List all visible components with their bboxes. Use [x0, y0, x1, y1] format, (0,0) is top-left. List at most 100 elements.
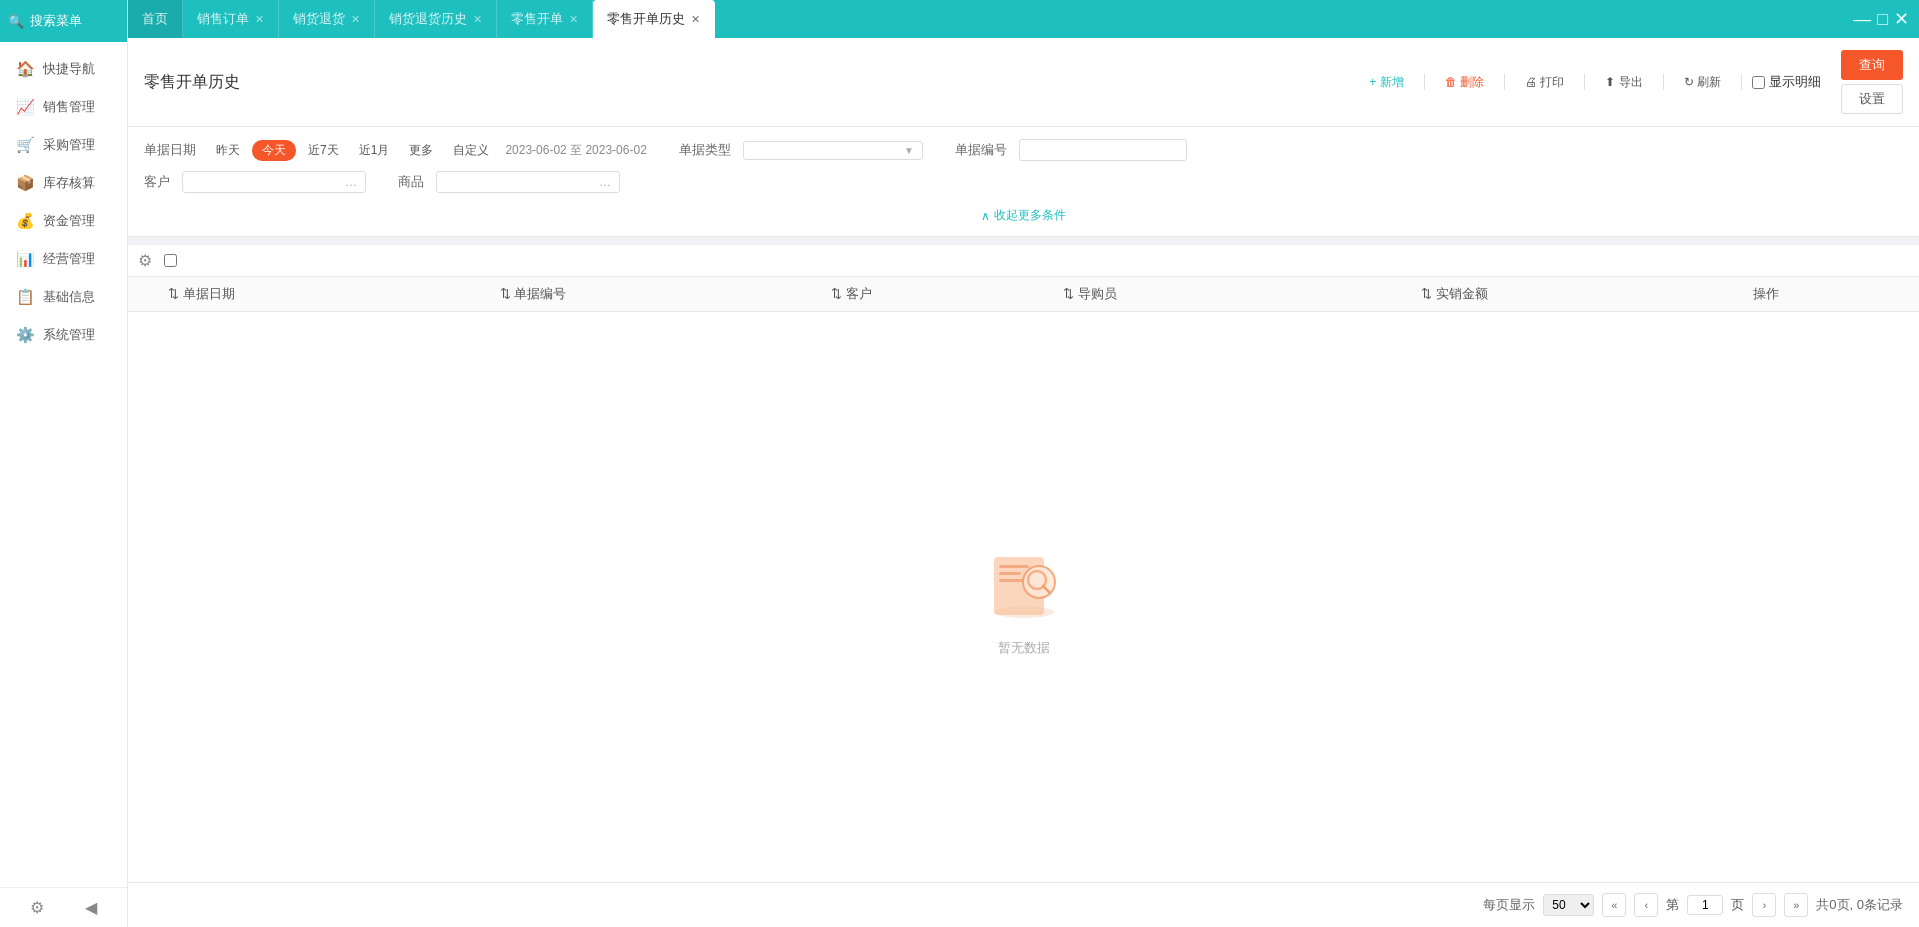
th-no-label: ⇅ 单据编号	[500, 286, 567, 301]
today-btn[interactable]: 今天	[252, 140, 296, 161]
display-detail-toggle[interactable]: 显示明细	[1752, 73, 1821, 91]
divider-1	[1424, 74, 1425, 90]
last-page-btn[interactable]: »	[1784, 893, 1808, 917]
content-area: 零售开单历史 + 新增 🗑 删除 🖨 打印 ⬆ 导出 ↻ 刷新 显示明细 查询	[128, 38, 1919, 927]
svg-rect-2	[999, 565, 1029, 568]
th-salesperson[interactable]: ⇅ 导购员	[1053, 277, 1335, 312]
system-icon: ⚙️	[16, 326, 35, 344]
th-action-label: 操作	[1753, 286, 1779, 301]
doc-type-label: 单据类型	[679, 141, 731, 159]
window-maximize-icon[interactable]: □	[1877, 9, 1888, 30]
main-area: 首页 销售订单 ✕ 销货退货 ✕ 销货退货历史 ✕ 零售开单 ✕ 零售开单历史 …	[128, 0, 1919, 927]
th-date[interactable]: ⇅ 单据日期	[158, 277, 490, 312]
th-no[interactable]: ⇅ 单据编号	[490, 277, 822, 312]
collapse-sidebar-icon[interactable]: ◀	[85, 898, 97, 917]
date-buttons: 昨天 今天 近7天 近1月 更多 自定义 2023-06-02 至 2023-0…	[208, 140, 647, 161]
customer-ellipsis-btn[interactable]: …	[345, 175, 357, 189]
sidebar-item-quick-nav[interactable]: 🏠 快捷导航	[0, 50, 127, 88]
finance-icon: 💰	[16, 212, 35, 230]
display-detail-checkbox[interactable]	[1752, 76, 1765, 89]
sidebar-nav: 🏠 快捷导航 📈 销售管理 🛒 采购管理 📦 库存核算 💰 资金管理 📊 经营管…	[0, 42, 127, 887]
page-label-after: 页	[1731, 896, 1744, 914]
column-settings-icon[interactable]: ⚙	[138, 251, 152, 270]
th-amount[interactable]: ⇅ 实销金额	[1411, 277, 1743, 312]
page-header: 零售开单历史 + 新增 🗑 删除 🖨 打印 ⬆ 导出 ↻ 刷新 显示明细 查询	[128, 38, 1919, 127]
settings-bottom-icon[interactable]: ⚙	[30, 898, 44, 917]
custom-btn[interactable]: 自定义	[445, 140, 497, 161]
page-input[interactable]	[1687, 895, 1723, 915]
chevron-down-icon: ▼	[904, 145, 914, 156]
goods-ellipsis-btn[interactable]: …	[599, 175, 611, 189]
tab-home-label: 首页	[142, 10, 168, 28]
sidebar-item-ops-mgmt[interactable]: 📊 经营管理	[0, 240, 127, 278]
delete-button[interactable]: 🗑 删除	[1435, 70, 1494, 95]
add-button[interactable]: + 新增	[1359, 70, 1413, 95]
th-salesperson-label: ⇅ 导购员	[1063, 286, 1117, 301]
tab-retail-open-close[interactable]: ✕	[569, 13, 578, 26]
tab-retail-history-close[interactable]: ✕	[691, 13, 700, 26]
sidebar: 🔍 搜索菜单 🏠 快捷导航 📈 销售管理 🛒 采购管理 📦 库存核算 💰 资金管…	[0, 0, 128, 927]
tab-retail-open[interactable]: 零售开单 ✕	[497, 0, 593, 38]
doc-no-input[interactable]	[1028, 143, 1178, 157]
collapse-filter-label: 收起更多条件	[994, 207, 1066, 224]
chevron-up-icon: ∧	[981, 209, 990, 223]
tab-right-controls: — □ ✕	[1853, 8, 1919, 30]
sidebar-search[interactable]: 🔍 搜索菜单	[0, 0, 127, 42]
tab-sales-order[interactable]: 销售订单 ✕	[183, 0, 279, 38]
sidebar-item-purchase-mgmt[interactable]: 🛒 采购管理	[0, 126, 127, 164]
svg-rect-4	[999, 579, 1025, 582]
pagination: 每页显示 10 20 50 100 « ‹ 第 页 › » 共0页, 0条记录	[128, 882, 1919, 927]
tab-sales-return-history[interactable]: 销货退货历史 ✕	[375, 0, 497, 38]
date-range-display: 2023-06-02 至 2023-06-02	[505, 142, 646, 159]
tab-sales-return[interactable]: 销货退货 ✕	[279, 0, 375, 38]
more-btn[interactable]: 更多	[401, 140, 441, 161]
last1month-btn[interactable]: 近1月	[351, 140, 398, 161]
svg-rect-3	[999, 572, 1021, 575]
query-button[interactable]: 查询	[1841, 50, 1903, 80]
th-checkbox	[128, 277, 158, 312]
page-title: 零售开单历史	[144, 72, 240, 93]
per-page-label: 每页显示	[1483, 896, 1535, 914]
tab-retail-history[interactable]: 零售开单历史 ✕	[593, 0, 715, 38]
tab-sales-return-history-close[interactable]: ✕	[473, 13, 482, 26]
th-amount-label: ⇅ 实销金额	[1421, 286, 1488, 301]
purchase-icon: 🛒	[16, 136, 35, 154]
sidebar-item-inventory[interactable]: 📦 库存核算	[0, 164, 127, 202]
yesterday-btn[interactable]: 昨天	[208, 140, 248, 161]
select-all-checkbox[interactable]	[164, 254, 177, 267]
tab-sales-order-close[interactable]: ✕	[255, 13, 264, 26]
doc-no-label: 单据编号	[955, 141, 1007, 159]
sidebar-item-finance[interactable]: 💰 资金管理	[0, 202, 127, 240]
last7days-btn[interactable]: 近7天	[300, 140, 347, 161]
goods-input[interactable]	[445, 175, 595, 189]
sidebar-item-label: 销售管理	[43, 98, 95, 116]
th-customer[interactable]: ⇅ 客户	[821, 277, 1053, 312]
tab-bar: 首页 销售订单 ✕ 销货退货 ✕ 销货退货历史 ✕ 零售开单 ✕ 零售开单历史 …	[128, 0, 1919, 38]
export-button[interactable]: ⬆ 导出	[1595, 70, 1652, 95]
th-empty	[1335, 277, 1412, 312]
per-page-select[interactable]: 10 20 50 100	[1543, 894, 1594, 916]
next-page-btn[interactable]: ›	[1752, 893, 1776, 917]
sidebar-item-system-mgmt[interactable]: ⚙️ 系统管理	[0, 316, 127, 354]
goods-filter-label: 商品	[398, 173, 424, 191]
tab-home[interactable]: 首页	[128, 0, 183, 38]
sidebar-item-basic-info[interactable]: 📋 基础信息	[0, 278, 127, 316]
sidebar-item-label: 经营管理	[43, 250, 95, 268]
collapse-filter-row[interactable]: ∧ 收起更多条件	[144, 203, 1903, 228]
sidebar-item-sales-mgmt[interactable]: 📈 销售管理	[0, 88, 127, 126]
refresh-button[interactable]: ↻ 刷新	[1674, 70, 1731, 95]
sidebar-search-label: 搜索菜单	[30, 12, 82, 30]
setting-button[interactable]: 设置	[1841, 84, 1903, 114]
customer-input[interactable]	[191, 175, 341, 189]
tab-sales-order-label: 销售订单	[197, 10, 249, 28]
doc-type-select[interactable]: ▼	[743, 141, 923, 160]
first-page-btn[interactable]: «	[1602, 893, 1626, 917]
window-minimize-icon[interactable]: —	[1853, 9, 1871, 30]
tab-retail-open-label: 零售开单	[511, 10, 563, 28]
window-close-icon[interactable]: ✕	[1894, 8, 1909, 30]
tab-sales-return-close[interactable]: ✕	[351, 13, 360, 26]
data-table: ⇅ 单据日期 ⇅ 单据编号 ⇅ 客户 ⇅ 导购员 ⇅	[128, 277, 1919, 312]
print-button[interactable]: 🖨 打印	[1515, 70, 1574, 95]
filter-area: 单据日期 昨天 今天 近7天 近1月 更多 自定义 2023-06-02 至 2…	[128, 127, 1919, 237]
prev-page-btn[interactable]: ‹	[1634, 893, 1658, 917]
